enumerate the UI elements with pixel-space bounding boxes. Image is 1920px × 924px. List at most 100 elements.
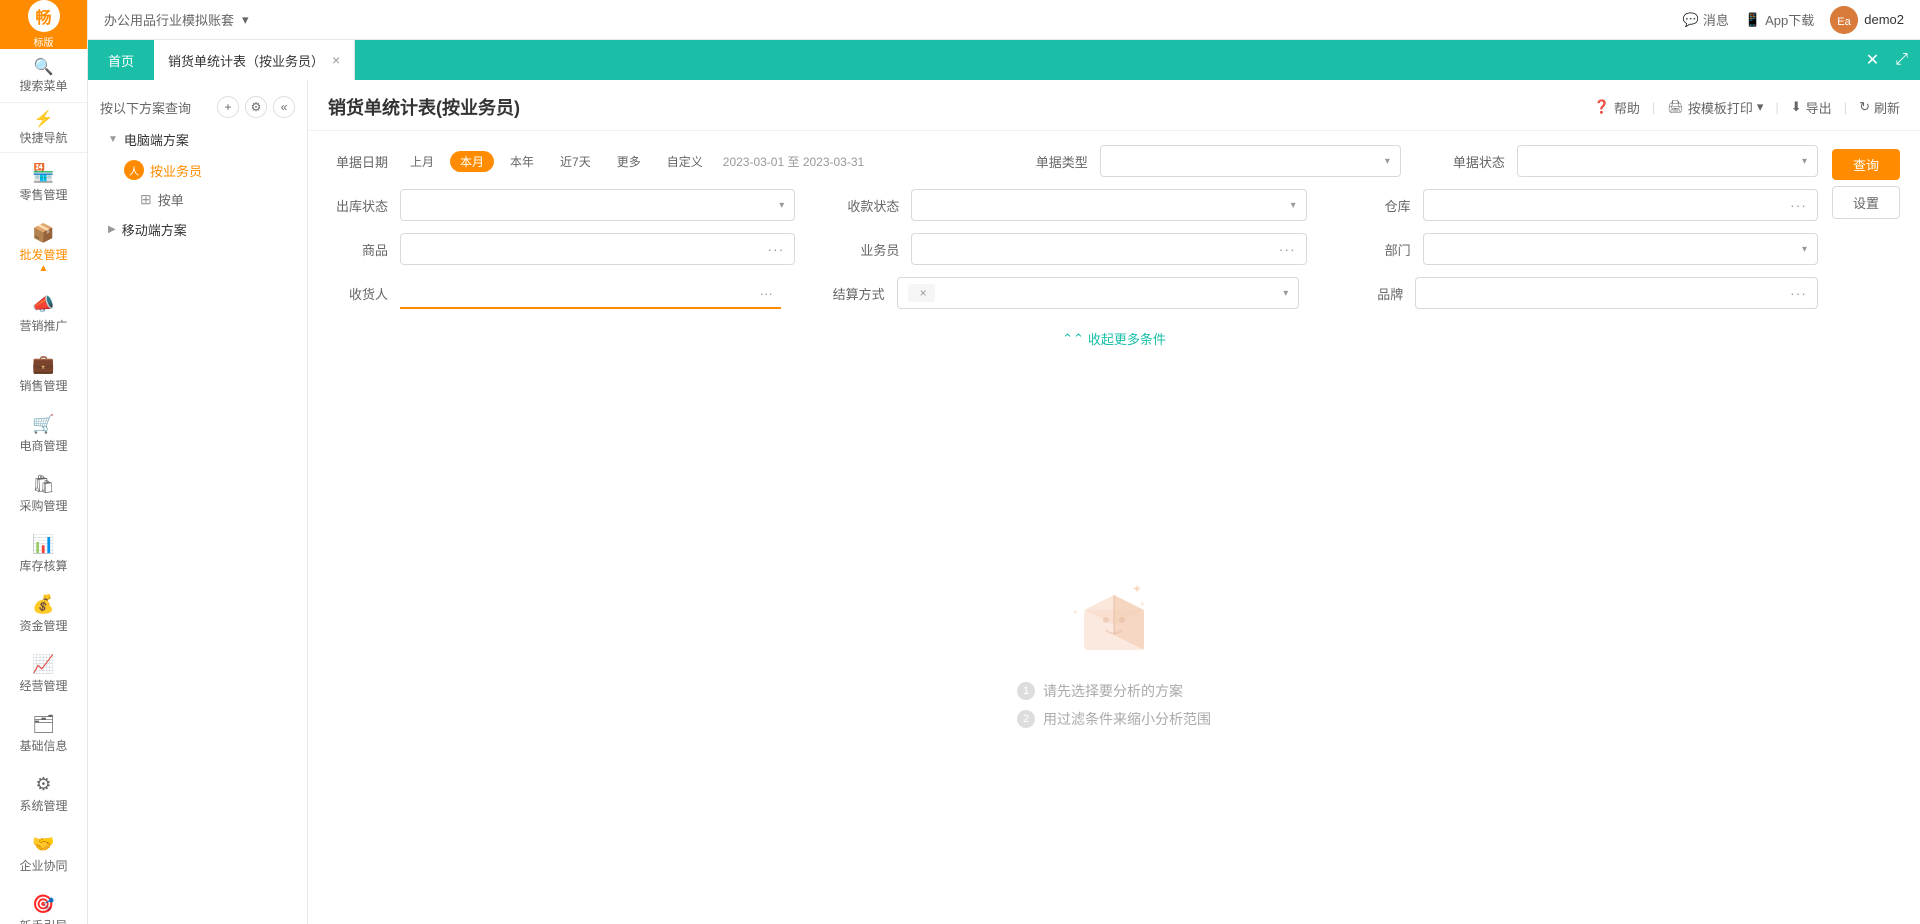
sidebar-item-basic[interactable]: 🗂 基础信息 [0,704,87,764]
sidebar-item-system[interactable]: ⚙ 系统管理 [0,764,87,824]
out-status-dropdown-icon: ▾ [779,200,784,211]
query-buttons: 查询 设置 [1832,149,1900,219]
brand-select[interactable]: ··· [1415,277,1818,309]
tree-section-mobile[interactable]: ▶ 移动端方案 [88,214,307,245]
warehouse-label: 仓库 [1351,196,1411,215]
last-month-btn[interactable]: 上月 [400,150,444,173]
collapse-filter-button[interactable]: ⌃⌃ 收起更多条件 [328,321,1900,356]
payment-label: 结算方式 [825,284,885,303]
pay-status-label: 收款状态 [839,196,899,215]
settings-button[interactable]: 设置 [1832,186,1900,219]
tab-close-icon[interactable]: × [332,52,340,68]
last7-btn[interactable]: 近7天 [550,150,601,173]
doc-status-label: 单据状态 [1445,152,1505,171]
warehouse-dots: ··· [1790,197,1807,213]
add-scheme-button[interactable]: + [217,96,239,118]
sidebar-item-wholesale[interactable]: 📦 批发管理 ▲ [0,213,87,284]
filter-row-3: 商品 ··· 业务员 ··· 部 [328,233,1818,265]
date-buttons: 上月 本月 本年 近7天 更多 自定义 2023-03-01 至 2023-03… [400,150,864,173]
tree-item-salesman[interactable]: 人 按业务员 [88,155,307,185]
sidebar-item-operations[interactable]: 📈 经营管理 [0,644,87,704]
sidebar-item-sales[interactable]: 💼 销售管理 [0,344,87,404]
sidebar-item-purchase[interactable]: 🛍 采购管理 [0,464,87,524]
warehouse-select[interactable]: ··· [1423,189,1818,221]
receiver-dots[interactable]: ··· [760,286,773,301]
filter-row-1: 单据日期 上月 本月 本年 近7天 更多 自定义 2023-03-01 至 20… [328,145,1818,177]
help-button[interactable]: ❓ 帮助 [1594,98,1640,117]
query-button[interactable]: 查询 [1832,149,1900,180]
tab-home[interactable]: 首页 [88,40,154,80]
svg-text:✦: ✦ [1139,600,1146,609]
doc-type-select[interactable]: ▾ [1100,145,1401,177]
payment-select[interactable]: × ▾ [897,277,1300,309]
custom-btn[interactable]: 自定义 [657,150,713,173]
salesman-dots: ··· [1279,241,1296,257]
collapse-panel-button[interactable]: « [273,96,295,118]
doc-status-select[interactable]: ▾ [1517,145,1818,177]
sidebar-quick-nav[interactable]: ⚡ 快捷导航 [0,103,87,153]
salesman-scheme-icon: 人 [124,160,144,180]
sidebar-search[interactable]: 🔍 搜索菜单 [0,49,87,103]
out-status-select[interactable]: ▾ [400,189,795,221]
message-icon: 💬 [1683,12,1699,28]
dept-select[interactable]: ▾ [1423,233,1818,265]
filter-area: 单据日期 上月 本月 本年 近7天 更多 自定义 2023-03-01 至 20… [308,131,1920,370]
tree-section-pc[interactable]: ▼ 电脑端方案 [88,124,307,155]
inventory-icon: 📊 [32,534,54,555]
help-icon: ❓ [1594,99,1610,115]
sidebar-item-ecommerce[interactable]: 🛒 电商管理 [0,404,87,464]
sidebar-item-inventory[interactable]: 📊 库存核算 [0,524,87,584]
tab-maximize-icon[interactable]: ⤢ [1891,47,1912,73]
dept-dropdown-icon: ▾ [1802,244,1807,255]
topbar: 办公用品行业模拟账套 ▾ 💬 消息 📱 App下载 Ea demo2 [88,0,1920,40]
finance-icon: 💰 [32,594,54,615]
retail-icon: 🏪 [32,163,54,184]
doc-type-label: 单据类型 [1028,152,1088,171]
order-icon: ⊞ [140,191,152,208]
tab-sales-stats[interactable]: 销货单统计表（按业务员） × [154,40,355,80]
sidebar-item-marketing[interactable]: 📣 营销推广 [0,284,87,344]
sidebar-item-enterprise[interactable]: 🤝 企业协同 [0,824,87,884]
sidebar-logo[interactable]: 畅 标版 [0,0,88,49]
doc-type-dropdown-icon: ▾ [1385,156,1390,167]
salesman-select[interactable]: ··· [911,233,1306,265]
user-menu[interactable]: Ea demo2 [1830,6,1904,34]
tree-item-by-order[interactable]: ⊞ 按单 [88,185,307,214]
export-button[interactable]: ⬇ 导出 [1791,98,1832,117]
brand-label: 品牌 [1343,284,1403,303]
scheme-settings-button[interactable]: ⚙ [245,96,267,118]
basic-icon: 🗂 [32,714,55,735]
topbar-left: 办公用品行业模拟账套 ▾ [104,10,249,29]
product-label: 商品 [328,240,388,259]
svg-text:✦: ✦ [1132,582,1142,596]
print-button[interactable]: 🖨 按模板打印 ▾ [1667,98,1763,117]
enterprise-icon: 🤝 [32,834,54,855]
left-panel-title: 按以下方案查询 [100,98,191,117]
sidebar-item-retail[interactable]: 🏪 零售管理 [0,153,87,213]
message-button[interactable]: 💬 消息 [1683,10,1729,29]
app-download-button[interactable]: 📱 App下载 [1745,10,1814,29]
sidebar-item-newbie[interactable]: 🎯 新手引导 [0,884,87,924]
logo-icon: 畅 [28,0,60,32]
payment-dropdown-icon: ▾ [1283,288,1288,299]
empty-hints: 1 请先选择要分析的方案 2 用过滤条件来缩小分析范围 [1017,681,1211,729]
topbar-dropdown[interactable]: ▾ [242,12,249,28]
product-select[interactable]: ··· [400,233,795,265]
app-icon: 📱 [1745,12,1761,28]
username-label: demo2 [1864,12,1904,27]
sidebar-item-finance[interactable]: 💰 资金管理 [0,584,87,644]
more-btn[interactable]: 更多 [607,150,651,173]
topbar-title: 办公用品行业模拟账套 [104,10,234,29]
payment-tag-close[interactable]: × [920,286,927,300]
page-title: 销货单统计表(按业务员) [328,94,520,120]
svg-text:Ea: Ea [1838,16,1852,28]
payment-tag: × [908,284,935,302]
receiver-input[interactable] [400,277,781,309]
this-year-btn[interactable]: 本年 [500,150,544,173]
purchase-icon: 🛍 [32,474,55,495]
refresh-button[interactable]: ↻ 刷新 [1859,98,1900,117]
empty-illustration: ✦ ✦ ✦ [1064,565,1164,665]
tab-close-window-icon[interactable]: ✕ [1862,46,1883,74]
pay-status-select[interactable]: ▾ [911,189,1306,221]
this-month-btn[interactable]: 本月 [450,151,494,172]
